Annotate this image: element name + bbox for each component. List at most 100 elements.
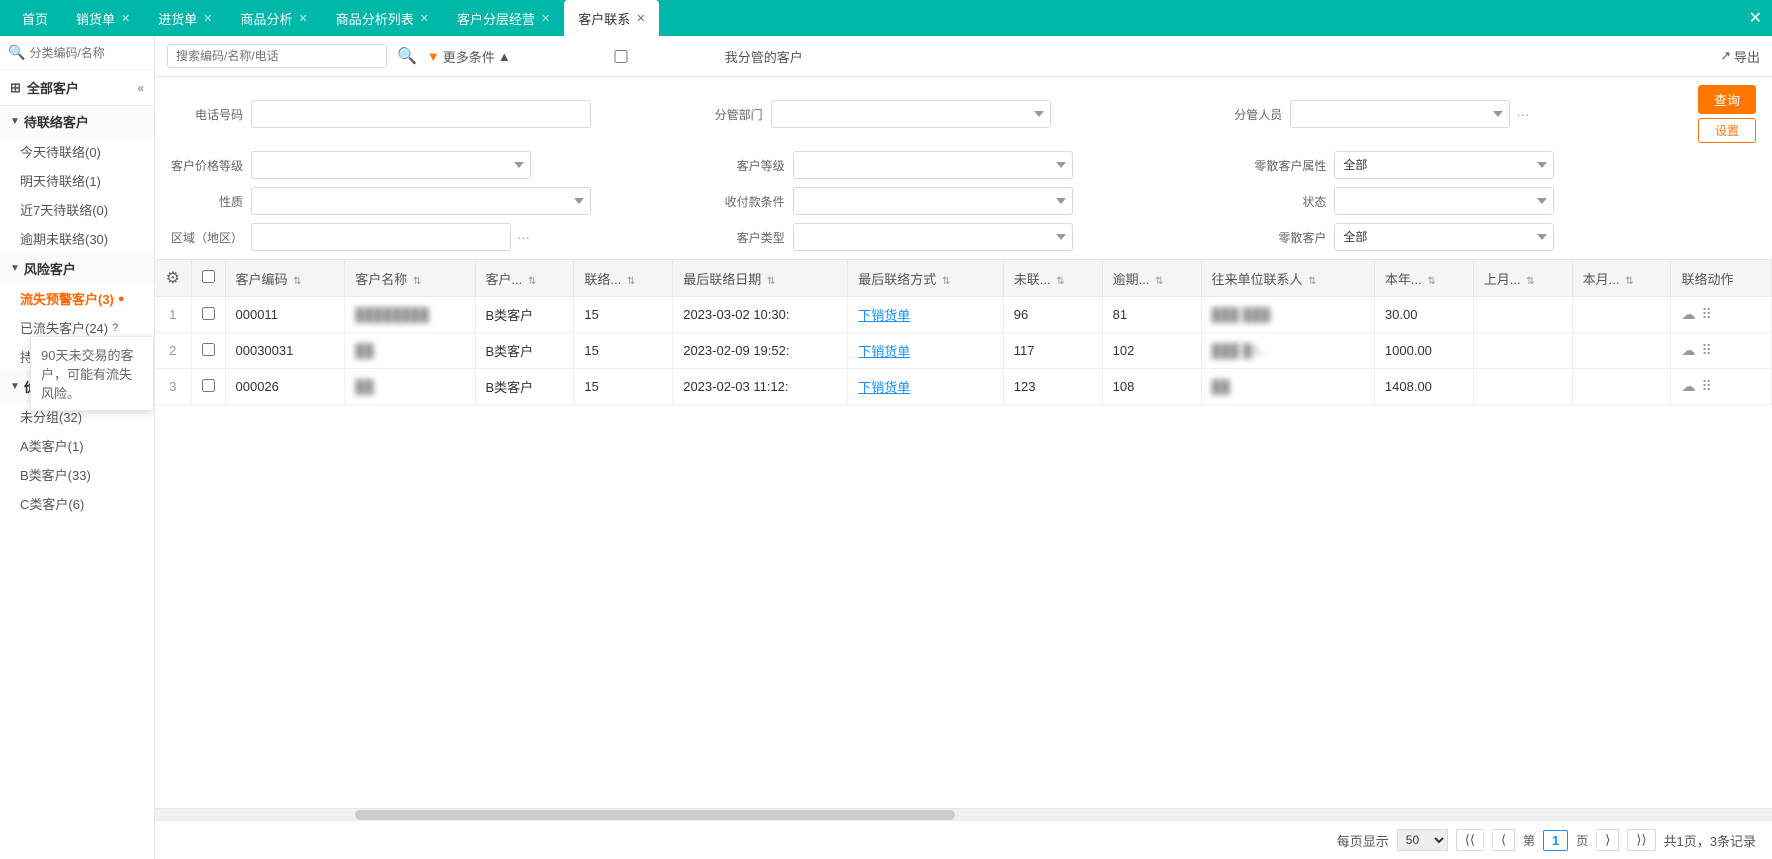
filter-select-customer-level[interactable] (793, 151, 1073, 179)
section-pending-label: 待联络客户 (24, 112, 89, 131)
filter-label-nature: 性质 (171, 193, 251, 210)
tab-product-analysis[interactable]: 商品分析 ✕ (226, 0, 321, 36)
sort-person-icon[interactable]: ⇅ (1308, 276, 1316, 287)
close-tab-ct[interactable]: ✕ (541, 12, 550, 25)
tab-home-label: 首页 (22, 9, 48, 28)
tab-customer-contact[interactable]: 客户联系 ✕ (564, 0, 659, 36)
gear-icon[interactable]: ⚙ (165, 268, 181, 288)
close-tab-sales[interactable]: ✕ (121, 12, 130, 25)
actions-cell-3: ☁ ⠿ (1681, 378, 1761, 395)
filter-field-nature: 性质 (171, 187, 673, 215)
filter-select-retail-attr[interactable]: 全部 (1334, 151, 1554, 179)
row-last-method-2-link[interactable]: 下销货单 (858, 344, 910, 359)
filter-label-phone: 电话号码 (171, 106, 251, 123)
my-customer-checkbox[interactable] (521, 50, 721, 63)
tab-customer-contact-label: 客户联系 (578, 9, 630, 28)
col-this-month: 本月... ⇅ (1572, 260, 1671, 297)
sidebar-item-today-contact[interactable]: 今天待联络(0) (0, 137, 154, 166)
sidebar-search-icon: 🔍 (8, 44, 25, 61)
row-2-checkbox[interactable] (202, 343, 215, 356)
close-tab-cc[interactable]: ✕ (636, 12, 645, 25)
triangle-icon: ▼ (10, 116, 20, 127)
action-more-icon-3[interactable]: ⠿ (1701, 378, 1711, 395)
scrollbar-thumb[interactable] (355, 810, 955, 820)
row-1-checkbox[interactable] (202, 307, 215, 320)
search-button[interactable]: 🔍 (397, 46, 417, 66)
sidebar-item-c-class[interactable]: C类客户(6) (0, 489, 154, 518)
sidebar-search-input[interactable] (29, 46, 146, 60)
all-customers-label: 全部客户 (27, 78, 79, 97)
sidebar-all-customers[interactable]: ⊞ 全部客户 « (0, 70, 154, 106)
tab-customer-tier[interactable]: 客户分层经营 ✕ (443, 0, 564, 36)
filter-input-region[interactable] (251, 223, 511, 251)
sort-this-year-icon[interactable]: ⇅ (1427, 276, 1435, 287)
region-more-icon[interactable]: ··· (517, 230, 530, 245)
tab-product-list[interactable]: 商品分析列表 ✕ (322, 0, 443, 36)
tab-home[interactable]: 首页 (8, 0, 62, 36)
sidebar: 🔍 ⊞ 全部客户 « ▼ 待联络客户 今天待联络(0) 明天待联络(1) 近7天… (0, 36, 155, 859)
filter-select-payment[interactable] (793, 187, 1073, 215)
sidebar-item-7day-contact[interactable]: 近7天待联络(0) (0, 195, 154, 224)
tab-purchase-order[interactable]: 进货单 ✕ (144, 0, 226, 36)
sort-name-icon[interactable]: ⇅ (413, 276, 421, 287)
sidebar-item-b-class[interactable]: B类客户(33) (0, 460, 154, 489)
row-this-year-1: 30.00 (1374, 297, 1473, 333)
action-more-icon-2[interactable]: ⠿ (1701, 342, 1711, 359)
per-page-select[interactable]: 50 100 200 (1397, 829, 1448, 851)
sidebar-item-overdue-contact[interactable]: 逾期未联络(30) (0, 224, 154, 253)
section-risk-customer[interactable]: ▼ 风险客户 (0, 253, 154, 284)
action-phone-icon-2[interactable]: ☁ (1681, 342, 1695, 359)
last-page-btn[interactable]: ⟩⟩ (1627, 829, 1655, 851)
settings-button[interactable]: 设置 (1698, 118, 1756, 143)
sort-last-month-icon[interactable]: ⇅ (1526, 276, 1534, 287)
sidebar-item-a-class[interactable]: A类客户(1) (0, 431, 154, 460)
action-more-icon-1[interactable]: ⠿ (1701, 306, 1711, 323)
next-page-btn[interactable]: ⟩ (1596, 829, 1619, 851)
close-tab-purchase[interactable]: ✕ (203, 12, 212, 25)
filter-select-dept[interactable] (771, 100, 1051, 128)
action-phone-icon-3[interactable]: ☁ (1681, 378, 1695, 395)
filter-select-status[interactable] (1334, 187, 1554, 215)
sort-last-date-icon[interactable]: ⇅ (767, 276, 775, 287)
prev-page-btn[interactable]: ⟨ (1492, 829, 1515, 851)
row-last-method-3-link[interactable]: 下销货单 (858, 380, 910, 395)
filter-select-customer-type[interactable] (793, 223, 1073, 251)
close-window-btn[interactable]: ✕ (1749, 8, 1762, 28)
manager-more-icon[interactable]: ··· (1516, 107, 1529, 122)
sidebar-item-churn-warning[interactable]: 流失预警客户(3) ● (0, 284, 154, 313)
filter-input-phone[interactable] (251, 100, 591, 128)
close-tab-pa[interactable]: ✕ (299, 12, 308, 25)
filter-select-nature[interactable] (251, 187, 591, 215)
first-page-btn[interactable]: ⟨⟨ (1456, 829, 1484, 851)
search-input[interactable] (167, 44, 387, 68)
filter-select-price-level[interactable] (251, 151, 531, 179)
sort-this-month-icon[interactable]: ⇅ (1625, 276, 1633, 287)
sort-uncontacted-icon[interactable]: ⇅ (1056, 276, 1064, 287)
sort-last-method-icon[interactable]: ⇅ (942, 276, 950, 287)
close-tab-pl[interactable]: ✕ (420, 12, 429, 25)
filter-select-retail[interactable]: 全部 (1334, 223, 1554, 251)
action-phone-icon-1[interactable]: ☁ (1681, 306, 1695, 323)
more-conditions-btn[interactable]: ▼ 更多条件 ▲ (427, 47, 511, 66)
section-pending-contact[interactable]: ▼ 待联络客户 (0, 106, 154, 137)
sort-contact-icon[interactable]: ⇅ (627, 276, 635, 287)
sort-overdue-icon[interactable]: ⇅ (1155, 276, 1163, 287)
horizontal-scrollbar[interactable] (155, 808, 1772, 820)
query-button[interactable]: 查询 (1698, 85, 1756, 114)
filter-row-3: 性质 收付款条件 状态 (171, 187, 1756, 215)
sort-code-icon[interactable]: ⇅ (293, 276, 301, 287)
export-btn[interactable]: ↗ 导出 (1720, 47, 1760, 66)
filter-field-payment: 收付款条件 (713, 187, 1215, 215)
row-person-2-value: ███ █3... (1212, 343, 1271, 358)
row-last-date-2: 2023-02-09 19:52: (673, 333, 848, 369)
select-all-checkbox[interactable] (202, 270, 215, 283)
tab-sales-order[interactable]: 销货单 ✕ (62, 0, 144, 36)
sort-type-icon[interactable]: ⇅ (528, 276, 536, 287)
sidebar-item-tomorrow-contact[interactable]: 明天待联络(1) (0, 166, 154, 195)
my-customer-checkbox-label[interactable]: 我分管的客户 (521, 47, 803, 66)
row-last-method-1-link[interactable]: 下销货单 (858, 308, 910, 323)
table-row: 2 00030031 ██ B类客户 15 2023-02-09 19:52: … (155, 333, 1772, 369)
row-3-checkbox[interactable] (202, 379, 215, 392)
filter-select-manager[interactable] (1290, 100, 1510, 128)
collapse-icon[interactable]: « (137, 81, 144, 95)
